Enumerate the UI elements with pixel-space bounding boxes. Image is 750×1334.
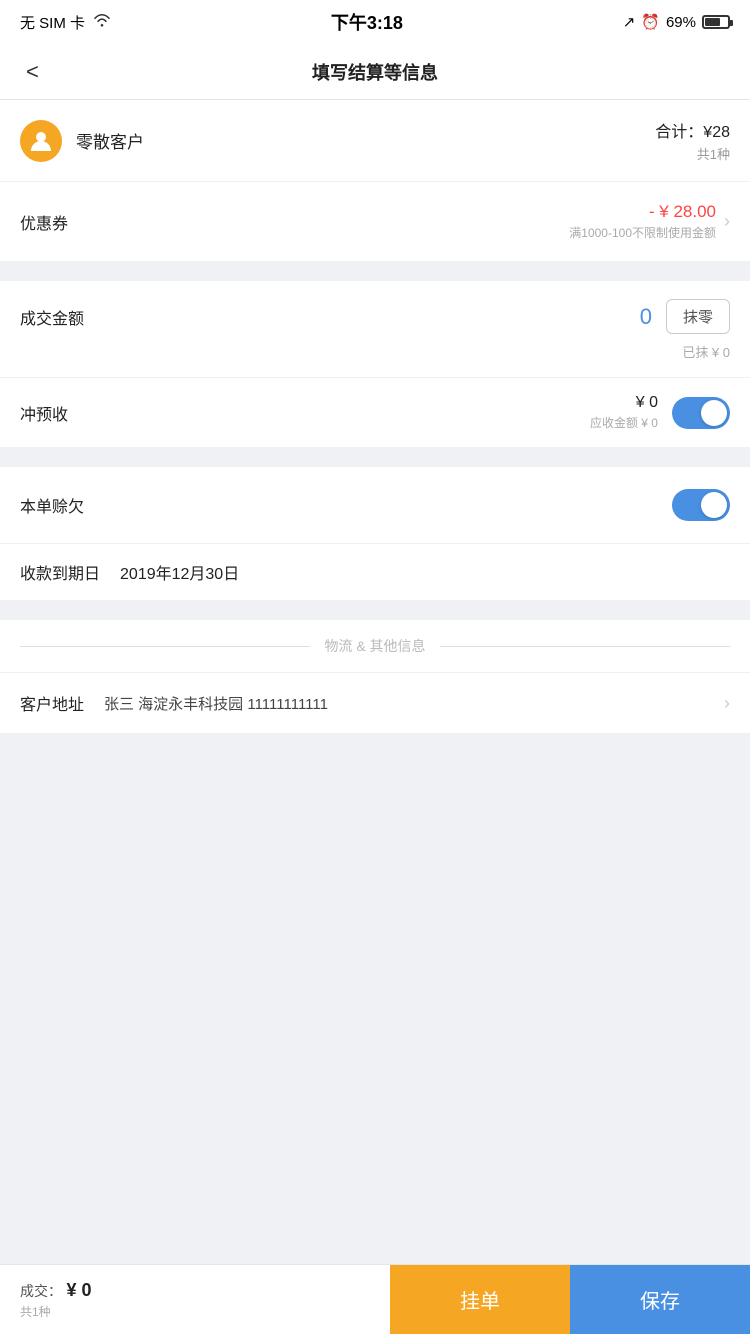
carrier-text: 无 SIM 卡	[20, 12, 85, 33]
due-date-label: 收款到期日	[20, 560, 100, 584]
amount-value: 0	[640, 304, 652, 330]
section-divider-1	[0, 271, 750, 281]
amount-sub-text: 已抹 ¥ 0	[0, 342, 750, 377]
footer-transaction-label: 成交：	[20, 1283, 62, 1299]
prepay-row: 冲预收 ¥ 0 应收金额 ¥ 0	[0, 377, 750, 447]
amount-right: 0 抹零	[640, 299, 730, 334]
back-button[interactable]: <	[18, 51, 47, 93]
prepay-label: 冲预收	[20, 401, 68, 425]
hang-order-button[interactable]: 挂单	[390, 1265, 570, 1334]
status-right: ↗ ⏰ 69%	[623, 13, 730, 31]
debt-row: 本单赊欠	[0, 467, 750, 543]
footer-buttons: 挂单 保存	[390, 1265, 750, 1334]
address-label: 客户地址	[20, 691, 84, 715]
page-title: 填写结算等信息	[312, 59, 438, 85]
battery-icon	[702, 15, 730, 29]
alarm-icon: ⏰	[641, 13, 660, 31]
debt-toggle[interactable]	[672, 489, 730, 521]
due-date-value: 2019年12月30日	[120, 560, 239, 584]
prepay-toggle[interactable]	[672, 397, 730, 429]
save-button[interactable]: 保存	[570, 1265, 750, 1334]
status-time: 下午3:18	[331, 9, 403, 35]
due-date-row: 收款到期日 2019年12月30日	[0, 543, 750, 600]
coupon-info: - ¥ 28.00 满1000-100不限制使用金额	[569, 202, 716, 241]
footer-count: 共1种	[20, 1303, 370, 1320]
coupon-right: - ¥ 28.00 满1000-100不限制使用金额 ›	[569, 202, 730, 241]
logistics-title: 物流 & 其他信息	[324, 636, 425, 656]
bottom-spacer	[0, 743, 750, 943]
prepay-amount: ¥ 0	[590, 394, 658, 412]
logistics-divider: 物流 & 其他信息	[20, 636, 730, 656]
round-off-button[interactable]: 抹零	[666, 299, 730, 334]
avatar	[20, 120, 62, 162]
prepay-info: ¥ 0 应收金额 ¥ 0	[590, 394, 658, 431]
address-value: 张三 海淀永丰科技园 11111111111	[104, 693, 724, 714]
coupon-description: 满1000-100不限制使用金额	[569, 224, 716, 241]
amount-section: 成交金额 0 抹零 已抹 ¥ 0 冲预收 ¥ 0 应收金额 ¥ 0	[0, 281, 750, 447]
prepay-sub: 应收金额 ¥ 0	[590, 414, 658, 431]
logistics-header: 物流 & 其他信息	[0, 620, 750, 672]
divider-line-left	[20, 646, 310, 647]
divider-line-right	[440, 646, 730, 647]
location-icon: ↗	[623, 13, 636, 31]
logistics-section: 物流 & 其他信息 客户地址 张三 海淀永丰科技园 11111111111 ›	[0, 620, 750, 733]
section-divider-2	[0, 457, 750, 467]
content-area: 零散客户 合计：¥28 共1种 优惠券 - ¥ 28.00 满1000-100不…	[0, 100, 750, 943]
footer-transaction-amount: ¥ 0	[66, 1280, 91, 1300]
status-bar: 无 SIM 卡 下午3:18 ↗ ⏰ 69%	[0, 0, 750, 44]
address-row[interactable]: 客户地址 张三 海淀永丰科技园 11111111111 ›	[0, 672, 750, 733]
footer-transaction-row: 成交： ¥ 0	[20, 1280, 370, 1301]
nav-bar: < 填写结算等信息	[0, 44, 750, 100]
address-chevron-icon: ›	[724, 693, 730, 714]
status-left: 无 SIM 卡	[20, 12, 111, 33]
toggle-knob	[701, 400, 727, 426]
battery-percent: 69%	[666, 14, 696, 31]
customer-row: 零散客户 合计：¥28 共1种	[0, 100, 750, 181]
footer-info: 成交： ¥ 0 共1种	[0, 1280, 390, 1320]
total-amount: 合计：¥28	[655, 118, 730, 142]
coupon-label: 优惠券	[20, 210, 68, 234]
coupon-chevron-icon: ›	[724, 211, 730, 232]
amount-row: 成交金额 0 抹零	[0, 281, 750, 342]
customer-left: 零散客户	[20, 120, 144, 162]
footer: 成交： ¥ 0 共1种 挂单 保存	[0, 1264, 750, 1334]
coupon-discount: - ¥ 28.00	[569, 202, 716, 222]
debt-label: 本单赊欠	[20, 493, 84, 517]
customer-right: 合计：¥28 共1种	[655, 118, 730, 163]
debt-section: 本单赊欠 收款到期日 2019年12月30日	[0, 467, 750, 600]
wifi-icon	[93, 13, 111, 31]
debt-toggle-knob	[701, 492, 727, 518]
customer-name: 零散客户	[76, 128, 144, 153]
section-divider-3	[0, 610, 750, 620]
coupon-row[interactable]: 优惠券 - ¥ 28.00 满1000-100不限制使用金额 ›	[0, 181, 750, 261]
amount-label: 成交金额	[20, 305, 84, 329]
customer-section: 零散客户 合计：¥28 共1种 优惠券 - ¥ 28.00 满1000-100不…	[0, 100, 750, 261]
prepay-right: ¥ 0 应收金额 ¥ 0	[590, 394, 730, 431]
total-count: 共1种	[655, 144, 730, 163]
